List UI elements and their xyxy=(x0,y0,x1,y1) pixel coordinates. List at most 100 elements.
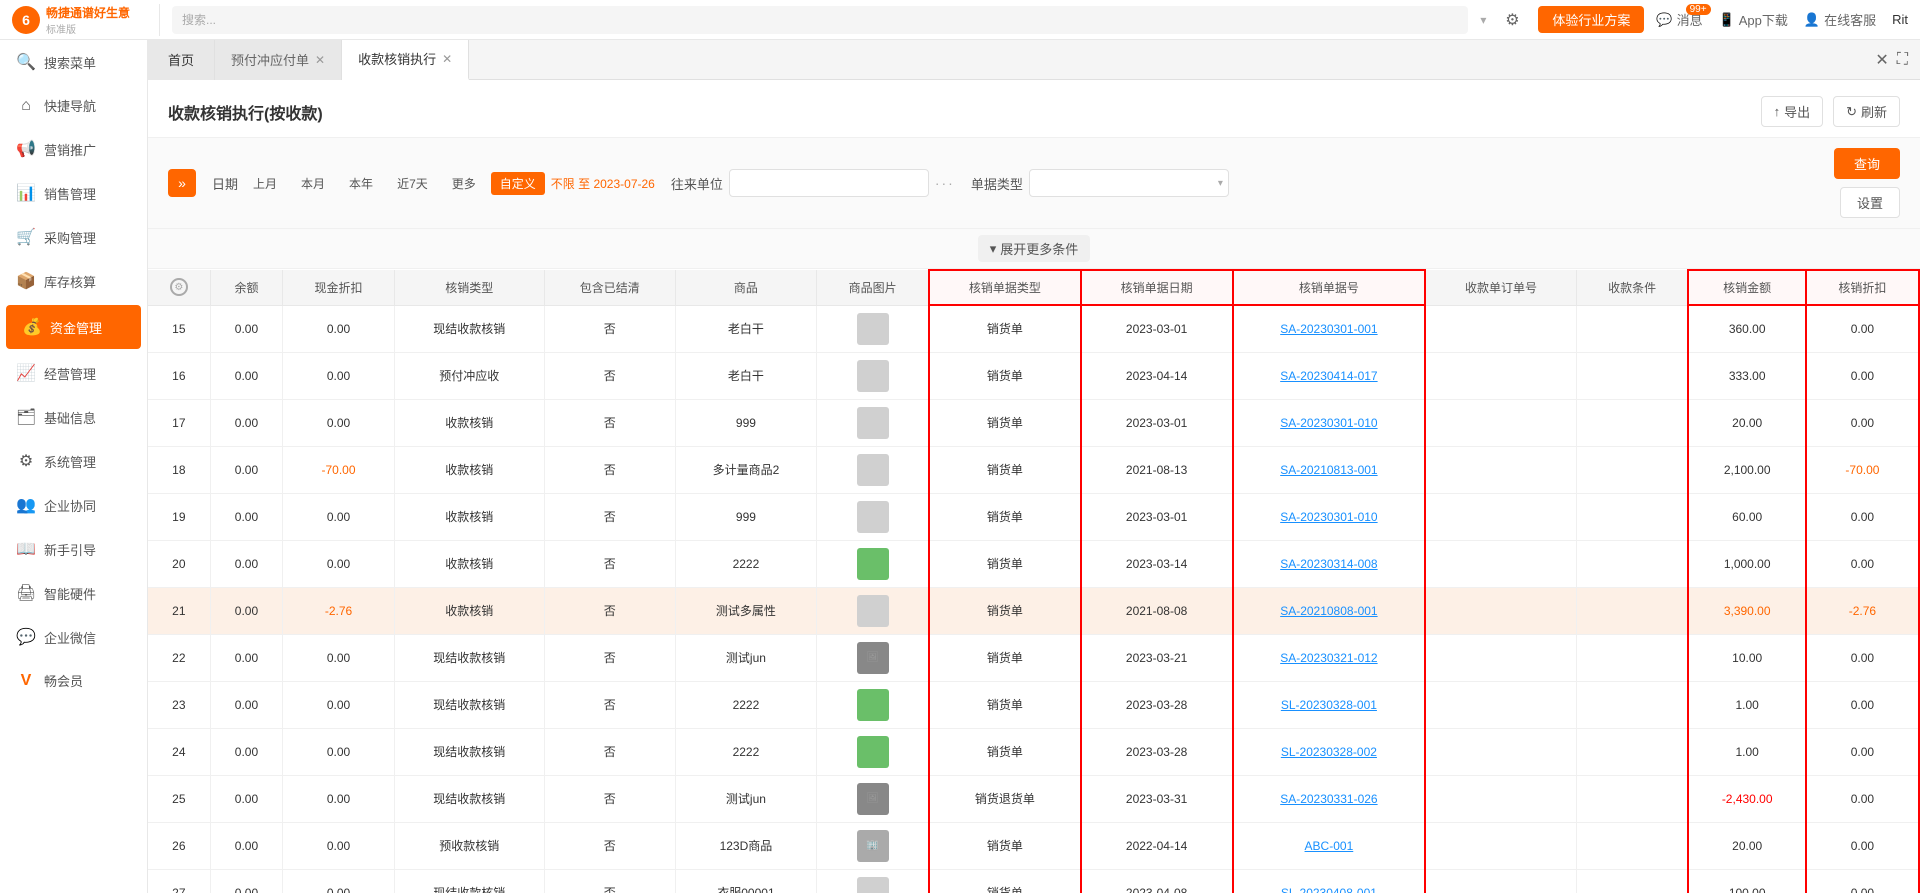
sidebar-item-search[interactable]: 🔍 搜索菜单 xyxy=(0,40,147,84)
order-type-select[interactable] xyxy=(1029,169,1229,197)
cell-included-settled: 否 xyxy=(544,446,675,493)
sidebar-item-inventory[interactable]: 📦 库存核算 xyxy=(0,259,147,303)
sidebar-item-sales[interactable]: 📊 销售管理 xyxy=(0,171,147,215)
cell-bill-no[interactable]: SL-20230408-001 xyxy=(1233,869,1426,893)
industry-btn[interactable]: 体验行业方案 xyxy=(1538,6,1644,33)
date-custom-btn[interactable]: 自定义 xyxy=(491,172,545,195)
cell-discount: 0.00 xyxy=(1806,399,1919,446)
sidebar-item-corp[interactable]: 👥 企业协同 xyxy=(0,483,147,527)
cell-discount: 0.00 xyxy=(1806,869,1919,893)
cell-receipt-cond xyxy=(1576,728,1688,775)
sidebar-item-finance[interactable]: 💰 资金管理 xyxy=(6,305,141,349)
date-more-btn[interactable]: 更多 xyxy=(443,172,485,195)
date-last-month-btn[interactable]: 上月 xyxy=(244,172,286,195)
cell-bill-no[interactable]: SA-20230301-001 xyxy=(1233,305,1426,352)
cell-amount: 3,390.00 xyxy=(1688,587,1805,634)
cell-bill-no[interactable]: SA-20210813-001 xyxy=(1233,446,1426,493)
cell-verify-type: 现结收款核销 xyxy=(394,869,544,893)
cell-no: 26 xyxy=(148,822,210,869)
cell-amount: 1.00 xyxy=(1688,728,1805,775)
cell-bill-no[interactable]: SA-20230314-008 xyxy=(1233,540,1426,587)
cell-bill-type: 销货单 xyxy=(929,493,1081,540)
filter-counterpart-group: 往来单位 ··· xyxy=(671,169,955,197)
tab-receipt[interactable]: 收款核销执行 ✕ xyxy=(342,40,469,80)
sidebar-item-system[interactable]: ⚙ 系统管理 xyxy=(0,439,147,483)
date-7days-btn[interactable]: 近7天 xyxy=(388,172,437,195)
settings-icon[interactable]: ⚙ xyxy=(1498,6,1526,34)
cell-product-img xyxy=(817,399,929,446)
cell-bill-type: 销货单 xyxy=(929,399,1081,446)
cell-receipt-cond xyxy=(1576,305,1688,352)
cell-bill-type: 销货单 xyxy=(929,681,1081,728)
cell-no: 27 xyxy=(148,869,210,893)
message-btn[interactable]: 💬 消息 99+ xyxy=(1656,10,1702,29)
cell-discount: 0.00 xyxy=(1806,305,1919,352)
dropdown-arrow-icon[interactable]: ▾ xyxy=(1480,13,1486,27)
counterpart-input[interactable] xyxy=(729,169,929,197)
sidebar-item-purchase[interactable]: 🛒 采购管理 xyxy=(0,215,147,259)
cell-bill-no[interactable]: ABC-001 xyxy=(1233,822,1426,869)
sidebar-item-nav[interactable]: ⌂ 快捷导航 xyxy=(0,84,147,127)
table-row: 20 0.00 0.00 收款核销 否 2222 销货单 2023-03-14 … xyxy=(148,540,1919,587)
cell-product: 测试jun xyxy=(675,775,817,822)
cell-receipt-order xyxy=(1425,728,1576,775)
col-verify-type: 核销类型 xyxy=(394,270,544,305)
table-row: 26 0.00 0.00 预收款核销 否 123D商品 🏢 销货单 2022-0… xyxy=(148,822,1919,869)
tab-prepay-close[interactable]: ✕ xyxy=(315,53,325,67)
cell-receipt-cond xyxy=(1576,352,1688,399)
cell-bill-date: 2023-03-01 xyxy=(1081,305,1233,352)
table-settings-btn[interactable]: 设置 xyxy=(1840,187,1900,218)
cell-bill-no[interactable]: SA-20230331-026 xyxy=(1233,775,1426,822)
expand-filter-btn[interactable]: ▾ 展开更多条件 xyxy=(978,235,1091,262)
query-btn[interactable]: 查询 xyxy=(1834,148,1900,179)
cell-bill-type: 销货单 xyxy=(929,587,1081,634)
cell-included-settled: 否 xyxy=(544,681,675,728)
online-service-btn[interactable]: 👤 在线客服 xyxy=(1804,10,1876,29)
cell-discount: 0.00 xyxy=(1806,728,1919,775)
cell-receipt-order xyxy=(1425,352,1576,399)
tab-expand-icon[interactable]: ⛶ xyxy=(1897,51,1908,69)
cell-bill-no[interactable]: SL-20230328-001 xyxy=(1233,681,1426,728)
cell-product: 2222 xyxy=(675,681,817,728)
cell-discount: 0.00 xyxy=(1806,493,1919,540)
cell-bill-no[interactable]: SA-20230301-010 xyxy=(1233,493,1426,540)
cell-amount: -2,430.00 xyxy=(1688,775,1805,822)
sidebar-item-member[interactable]: V 畅会员 xyxy=(0,659,147,702)
cell-bill-no[interactable]: SA-20230414-017 xyxy=(1233,352,1426,399)
app-download-btn[interactable]: 📱 App下载 xyxy=(1719,10,1788,29)
sidebar-item-wechat[interactable]: 💬 企业微信 xyxy=(0,615,147,659)
tab-receipt-close[interactable]: ✕ xyxy=(442,52,452,66)
cell-verify-type: 现结收款核销 xyxy=(394,728,544,775)
cell-bill-no[interactable]: SA-20210808-001 xyxy=(1233,587,1426,634)
search-input[interactable]: 搜索... xyxy=(172,6,1468,34)
cell-amount: 60.00 xyxy=(1688,493,1805,540)
refresh-btn[interactable]: ↻ 刷新 xyxy=(1833,96,1900,127)
cell-cash-discount: -2.76 xyxy=(283,587,394,634)
cell-bill-type: 销货单 xyxy=(929,728,1081,775)
sidebar-item-guide[interactable]: 📖 新手引导 xyxy=(0,527,147,571)
cell-amount: 100.00 xyxy=(1688,869,1805,893)
export-btn[interactable]: ↑ 导出 xyxy=(1761,96,1824,127)
sidebar-item-hardware[interactable]: 🖨 智能硬件 xyxy=(0,571,147,615)
tab-close-all-icon[interactable]: ✕ xyxy=(1875,50,1888,70)
cell-bill-no[interactable]: SL-20230328-002 xyxy=(1233,728,1426,775)
cell-bill-date: 2021-08-08 xyxy=(1081,587,1233,634)
page-header: 收款核销执行(按收款) ↑ 导出 ↻ 刷新 xyxy=(148,80,1920,138)
cell-amount: 20.00 xyxy=(1688,822,1805,869)
date-this-year-btn[interactable]: 本年 xyxy=(340,172,382,195)
tab-prepay[interactable]: 预付冲应付单 ✕ xyxy=(215,40,342,80)
sidebar-item-base[interactable]: 🗂 基础信息 xyxy=(0,395,147,439)
date-this-month-btn[interactable]: 本月 xyxy=(292,172,334,195)
tab-home[interactable]: 首页 xyxy=(148,40,215,80)
filter-toggle-btn[interactable]: » xyxy=(168,169,196,197)
cell-bill-date: 2023-03-01 xyxy=(1081,493,1233,540)
col-bill-type: 核销单据类型 xyxy=(929,270,1081,305)
col-settings[interactable]: ⚙ xyxy=(148,270,210,305)
cell-product-img: 🖼 xyxy=(817,775,929,822)
sidebar-item-operation[interactable]: 📈 经营管理 xyxy=(0,351,147,395)
cell-bill-no[interactable]: SA-20230301-010 xyxy=(1233,399,1426,446)
sidebar-item-marketing[interactable]: 📢 营销推广 xyxy=(0,127,147,171)
table-row: 27 0.00 0.00 现结收款核销 否 衣服00001 销货单 2023-0… xyxy=(148,869,1919,893)
cell-bill-no[interactable]: SA-20230321-012 xyxy=(1233,634,1426,681)
cell-product: 2222 xyxy=(675,540,817,587)
